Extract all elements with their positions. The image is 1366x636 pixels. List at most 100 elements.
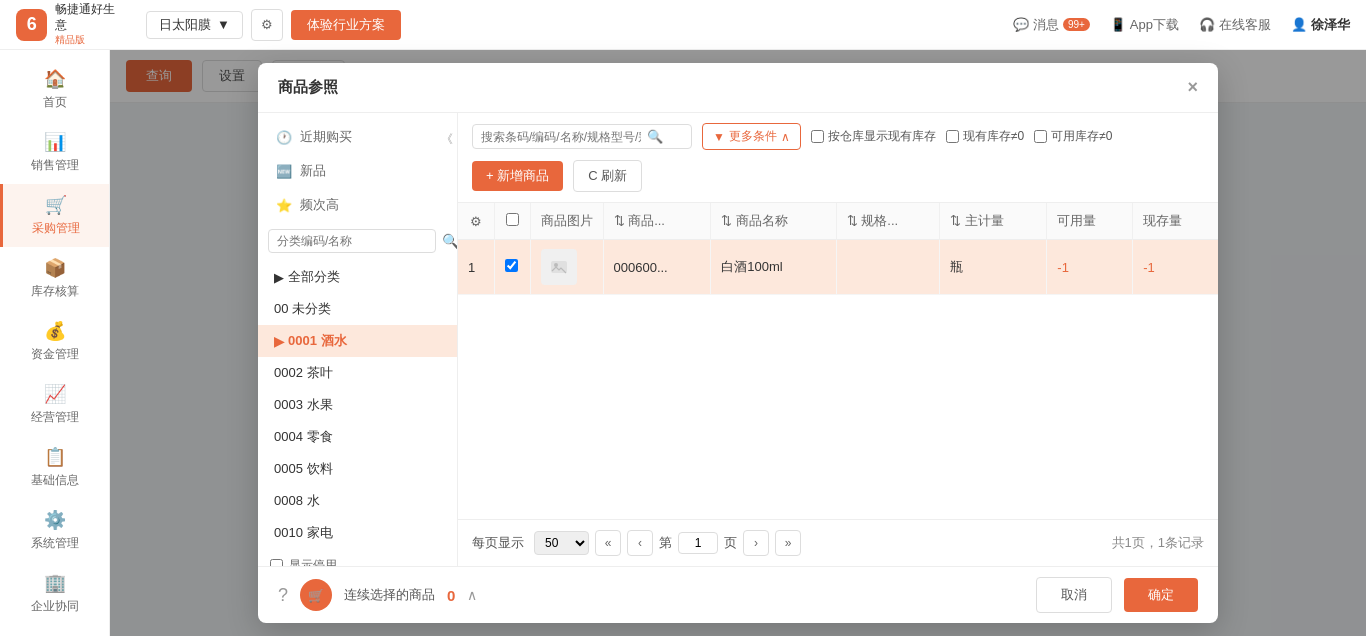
service-item[interactable]: 🎧 在线客服 [1199, 16, 1271, 34]
sidebar-item-inventory[interactable]: 📦 库存核算 [0, 247, 109, 310]
available-not-zero-label[interactable]: 可用库存≠0 [1034, 128, 1112, 145]
category-item-0003[interactable]: 0003 水果 [258, 389, 457, 421]
filter-label: 更多条件 [729, 128, 777, 145]
category-0002-label: 0002 茶叶 [274, 364, 333, 382]
modal-header: 商品参照 × [258, 63, 1218, 113]
table-row[interactable]: 1 [458, 240, 1218, 295]
row-select-checkbox[interactable] [505, 259, 518, 272]
stock-not-zero-checkbox[interactable] [946, 130, 959, 143]
sidebar-item-finance[interactable]: 💰 资金管理 [0, 310, 109, 373]
col-unit[interactable]: ⇅ 主计量 [940, 203, 1047, 240]
try-industry-button[interactable]: 体验行业方案 [291, 10, 401, 40]
sidebar-item-basic[interactable]: 📋 基础信息 [0, 436, 109, 499]
logo-sub: 精品版 [55, 33, 126, 47]
col-spec[interactable]: ⇅ 规格... [836, 203, 940, 240]
select-all-checkbox[interactable] [506, 213, 519, 226]
category-search-icon[interactable]: 🔍 [442, 233, 458, 249]
category-item-0004[interactable]: 0004 零食 [258, 421, 457, 453]
continuous-select-label: 连续选择的商品 [344, 586, 435, 604]
recent-purchase-item[interactable]: 🕐 近期购买 [266, 121, 449, 153]
row-spec [836, 240, 940, 295]
top-nav: 6 畅捷通好生意 精品版 日太阳膜 ▼ ⚙ 体验行业方案 💬 消息 99+ 📱 … [0, 0, 1366, 50]
mobile-icon: 📱 [1110, 17, 1126, 32]
sidebar-item-finance-label: 资金管理 [31, 346, 79, 363]
settings-icon[interactable]: ⚙ [251, 9, 283, 41]
page-first-button[interactable]: « [595, 530, 621, 556]
col-code-label: 商品... [628, 213, 665, 228]
sidebar-item-purchase[interactable]: 🛒 采购管理 [0, 184, 109, 247]
product-search-icon[interactable]: 🔍 [647, 129, 663, 144]
collapse-panel-button[interactable]: 《 [437, 121, 457, 157]
sidebar-item-guide[interactable]: 🎯 新手引导 [0, 625, 109, 636]
page-prev-button[interactable]: ‹ [627, 530, 653, 556]
sidebar: 🏠 首页 📊 销售管理 🛒 采购管理 📦 库存核算 💰 资金管理 📈 经营管理 … [0, 50, 110, 636]
category-item-0001[interactable]: ▶ 0001 酒水 [258, 325, 457, 357]
clock-icon: 🕐 [276, 130, 292, 145]
col-settings[interactable]: ⚙ [458, 203, 494, 240]
col-name[interactable]: ⇅ 商品名称 [711, 203, 836, 240]
col-available: 可用量 [1047, 203, 1133, 240]
col-stock-label: 现存量 [1143, 213, 1182, 228]
triangle-0001-icon: ▶ [274, 334, 284, 349]
col-available-label: 可用量 [1057, 213, 1096, 228]
app-download-item[interactable]: 📱 App下载 [1110, 16, 1179, 34]
app-download-label: App下载 [1130, 16, 1179, 34]
per-page-select[interactable]: 50 20 100 [534, 531, 589, 555]
new-product-item[interactable]: 🆕 新品 [266, 155, 449, 187]
stock-not-zero-label[interactable]: 现有库存≠0 [946, 128, 1024, 145]
show-disabled-checkbox[interactable] [270, 559, 283, 566]
warehouse-display-checkbox[interactable] [811, 130, 824, 143]
footer-collapse-arrow[interactable]: ∧ [467, 587, 477, 603]
sidebar-item-system[interactable]: ⚙️ 系统管理 [0, 499, 109, 562]
message-item[interactable]: 💬 消息 99+ [1013, 16, 1090, 34]
confirm-button[interactable]: 确定 [1124, 578, 1198, 612]
category-search-row: 🔍 [258, 221, 457, 261]
category-item-0010[interactable]: 0010 家电 [258, 517, 457, 549]
add-product-button[interactable]: + 新增商品 [472, 161, 563, 191]
category-item-all[interactable]: ▶ 全部分类 [258, 261, 457, 293]
sidebar-item-enterprise[interactable]: 🏢 企业协同 [0, 562, 109, 625]
category-item-00[interactable]: 00 未分类 [258, 293, 457, 325]
page-number-input[interactable] [678, 532, 718, 554]
row-checkbox[interactable] [494, 240, 530, 295]
cart-icon[interactable]: 🛒 [300, 579, 332, 611]
sidebar-item-enterprise-label: 企业协同 [31, 598, 79, 615]
category-0005-label: 0005 饮料 [274, 460, 333, 478]
page-next-button[interactable]: › [743, 530, 769, 556]
modal-close-button[interactable]: × [1187, 77, 1198, 98]
message-badge: 99+ [1063, 18, 1090, 31]
category-0004-label: 0004 零食 [274, 428, 333, 446]
category-search-input[interactable] [268, 229, 436, 253]
col-code[interactable]: ⇅ 商品... [603, 203, 711, 240]
show-disabled-label: 显示停用 [289, 557, 337, 566]
show-disabled-row: 显示停用 [258, 549, 457, 566]
category-item-0005[interactable]: 0005 饮料 [258, 453, 457, 485]
category-item-0008[interactable]: 0008 水 [258, 485, 457, 517]
image-placeholder-icon [549, 257, 569, 277]
sidebar-item-home-label: 首页 [43, 94, 67, 111]
user-avatar[interactable]: 👤 徐泽华 [1291, 16, 1350, 34]
avatar-icon: 👤 [1291, 17, 1307, 32]
sidebar-item-operation[interactable]: 📈 经营管理 [0, 373, 109, 436]
cancel-button[interactable]: 取消 [1036, 577, 1112, 613]
more-filter-button[interactable]: ▼ 更多条件 ∧ [702, 123, 801, 150]
sidebar-item-sales[interactable]: 📊 销售管理 [0, 121, 109, 184]
nav-dropdown-label: 日太阳膜 [159, 16, 211, 34]
recent-purchase-label: 近期购买 [300, 128, 352, 146]
category-item-0002[interactable]: 0002 茶叶 [258, 357, 457, 389]
row-image [530, 240, 603, 295]
page-label-text: 第 [659, 534, 672, 552]
refresh-product-button[interactable]: C 刷新 [573, 160, 642, 192]
available-not-zero-checkbox[interactable] [1034, 130, 1047, 143]
headset-icon: 🎧 [1199, 17, 1215, 32]
product-search-input[interactable] [481, 130, 641, 144]
warehouse-display-label[interactable]: 按仓库显示现有库存 [811, 128, 936, 145]
page-last-button[interactable]: » [775, 530, 801, 556]
nav-dropdown[interactable]: 日太阳膜 ▼ [146, 11, 243, 39]
sidebar-item-home[interactable]: 🏠 首页 [0, 58, 109, 121]
help-icon[interactable]: ? [278, 585, 288, 606]
sort-spec-icon: ⇅ [847, 213, 858, 228]
frequent-item[interactable]: ⭐ 频次高 [266, 189, 449, 221]
category-all-label: 全部分类 [288, 268, 340, 286]
content-area: 查询 设置 C 刷新 商品参照 × 🕐 近期购买 [110, 50, 1366, 636]
